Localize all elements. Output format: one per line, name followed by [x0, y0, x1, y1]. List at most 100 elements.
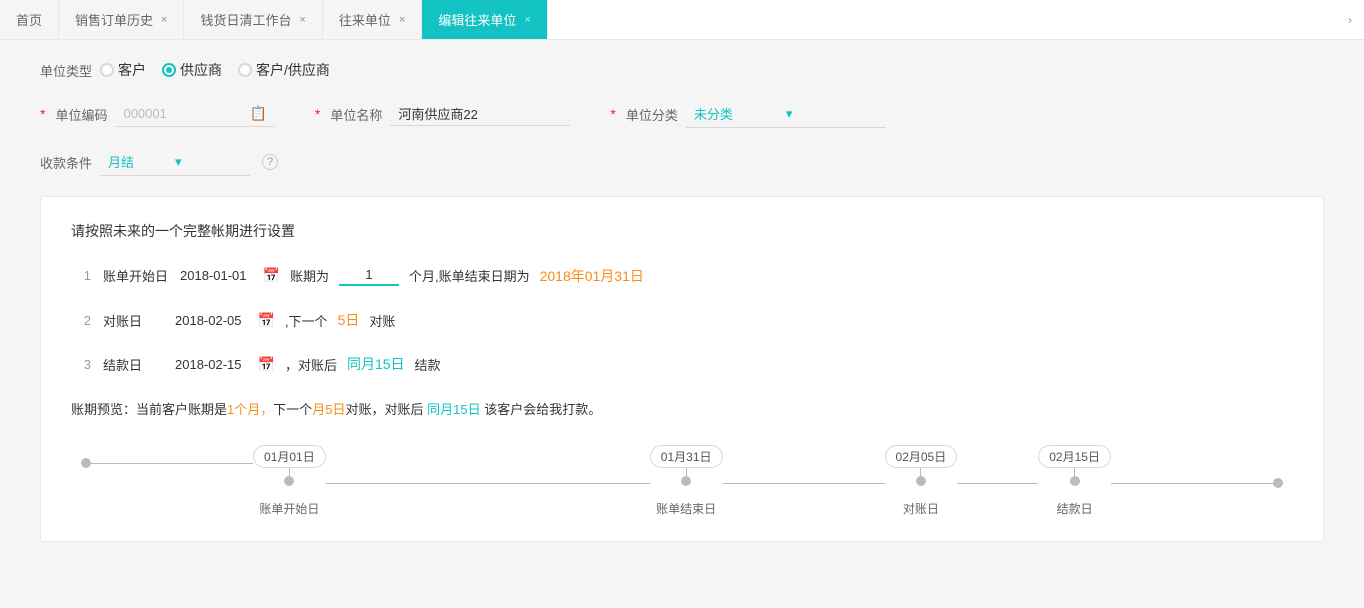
card-title: 请按照未来的一个完整帐期进行设置 [71, 221, 1293, 241]
tab-cash-close[interactable]: × [299, 14, 305, 26]
radio-customer[interactable]: 客户 [100, 60, 146, 80]
step-3-prefix: ，对账后 [285, 355, 337, 374]
step-2-date: 2018-02-05 [175, 313, 242, 328]
tab-edit-partner[interactable]: 编辑往来单位 × [422, 0, 547, 39]
step-1-period-input[interactable] [339, 265, 399, 286]
timeline-tag-4: 02月15日 [1038, 445, 1111, 468]
timeline-node-1: 01月01日 账单开始日 [253, 445, 326, 517]
payment-terms-row: 收款条件 月结 ▾ ? [40, 148, 1324, 176]
preview-label: 账期预览：当前客户账期是 [71, 402, 227, 417]
step-3-suffix: 结款 [415, 355, 441, 374]
step-2-num: 2 [71, 313, 91, 328]
step-3-highlight: 同月15日 [347, 354, 405, 374]
unit-code-input[interactable] [123, 106, 243, 121]
timeline-node-2: 01月31日 账单结束日 [650, 445, 723, 517]
timeline-node-3: 02月05日 对账日 [885, 445, 958, 517]
payment-terms-value: 月结 [108, 152, 175, 171]
payment-terms-question-icon[interactable]: ? [262, 154, 278, 170]
tab-edit-label: 编辑往来单位 [438, 10, 516, 29]
step-1-end-date: 2018年01月31日 [540, 266, 644, 286]
tabs-bar: 首页 销售订单历史 × 钱货日清工作台 × 往来单位 × 编辑往来单位 × › [0, 0, 1364, 40]
step-3-content: 2018-02-15 📅 ，对账后 同月15日 结款 [175, 354, 1293, 374]
preview-period: 1个月， [227, 402, 273, 417]
unit-category-label: 单位分类 [626, 105, 678, 124]
radio-customer-label: 客户 [118, 60, 146, 80]
unit-code-input-wrap: 📋 [115, 101, 274, 127]
unit-name-label: 单位名称 [330, 105, 382, 124]
seg-4 [1111, 483, 1273, 484]
radio-supplier[interactable]: 供应商 [162, 60, 222, 80]
tab-edit-close[interactable]: × [524, 14, 530, 26]
preview-day5: 月5日 [312, 402, 345, 417]
step-2-prefix: ,下一个 [285, 311, 328, 330]
tab-partner-close[interactable]: × [399, 14, 405, 26]
tab-partner-label: 往来单位 [339, 10, 391, 29]
timeline-label-4: 结款日 [1057, 500, 1093, 517]
timeline-label-1: 账单开始日 [259, 500, 319, 517]
step-3-row: 3 结款日 2018-02-15 📅 ，对账后 同月15日 结款 [71, 354, 1293, 374]
step-2-content: 2018-02-05 📅 ,下一个 5日 对账 [175, 310, 1293, 330]
unit-type-group: 单位类型 客户 供应商 客户/供应商 [40, 60, 330, 80]
payment-terms-arrow-icon: ▾ [175, 154, 242, 170]
dropdown-arrow-icon: ▾ [786, 106, 878, 122]
payment-terms-label: 收款条件 [40, 153, 92, 172]
tab-sales-close[interactable]: × [161, 14, 167, 26]
step-2-label: 对账日 [103, 311, 163, 330]
unit-name-input[interactable] [390, 102, 570, 126]
page-content: 单位类型 客户 供应商 客户/供应商 * 单位编码 [0, 40, 1364, 608]
radio-supplier-circle [162, 63, 176, 77]
tab-cash-label: 钱货日清工作台 [200, 10, 291, 29]
step-1-label: 账单开始日 [103, 266, 168, 285]
step-1-period-unit: 个月,账单结束日期为 [409, 266, 530, 285]
preview-middle: 下一个 [273, 402, 312, 417]
preview-end: 该客户会给我打款。 [484, 402, 601, 417]
unit-category-required: * [610, 106, 615, 122]
timeline-container: 01月01日 账单开始日 01月31日 账单结束日 [71, 445, 1293, 517]
timeline-label-2: 账单结束日 [656, 500, 716, 517]
unit-name-required: * [315, 106, 320, 122]
step-3-num: 3 [71, 357, 91, 372]
unit-category-dropdown[interactable]: 未分类 ▾ [686, 100, 886, 128]
radio-group: 客户 供应商 客户/供应商 [100, 60, 330, 80]
payment-terms-dropdown[interactable]: 月结 ▾ [100, 148, 250, 176]
radio-both-circle [238, 63, 252, 77]
unit-code-label: 单位编码 [55, 105, 107, 124]
step-3-calendar-icon[interactable]: 📅 [258, 356, 275, 373]
preview-connect: 对账，对账后 [346, 402, 424, 417]
radio-both[interactable]: 客户/供应商 [238, 60, 330, 80]
radio-both-label: 客户/供应商 [256, 60, 330, 80]
payment-terms-group: 收款条件 月结 ▾ ? [40, 148, 278, 176]
timeline-label-3: 对账日 [903, 500, 939, 517]
timeline-tag-2: 01月31日 [650, 445, 723, 468]
tab-cash-work[interactable]: 钱货日清工作台 × [184, 0, 322, 39]
step-1-calendar-icon[interactable]: 📅 [263, 267, 280, 284]
unit-category-group: * 单位分类 未分类 ▾ [610, 100, 885, 128]
seg-0 [91, 463, 253, 464]
tab-arrow[interactable]: › [1336, 13, 1364, 27]
preview-same: 同月15日 [427, 402, 480, 417]
radio-supplier-label: 供应商 [180, 60, 222, 80]
preview-section: 账期预览：当前客户账期是1个月，下一个月5日对账，对账后 同月15日 该客户会给… [71, 398, 1293, 517]
timeline-tag-1: 01月01日 [253, 445, 326, 468]
unit-code-required: * [40, 106, 45, 122]
seg-1 [326, 483, 650, 484]
settings-card: 请按照未来的一个完整帐期进行设置 1 账单开始日 2018-01-01 📅 账期… [40, 196, 1324, 542]
unit-type-label: 单位类型 [40, 61, 92, 80]
preview-text: 账期预览：当前客户账期是1个月，下一个月5日对账，对账后 同月15日 该客户会给… [71, 398, 1293, 421]
tab-sales-order-history[interactable]: 销售订单历史 × [59, 0, 184, 39]
tab-home[interactable]: 首页 [0, 0, 59, 39]
step-2-suffix: 对账 [369, 311, 395, 330]
tab-partner-unit[interactable]: 往来单位 × [323, 0, 422, 39]
seg-2 [723, 483, 885, 484]
unit-code-calendar-icon[interactable]: 📋 [249, 105, 266, 122]
step-1-suffix: 账期为 [290, 266, 329, 285]
step-1-num: 1 [71, 268, 91, 283]
timeline-node-4: 02月15日 结款日 [1038, 445, 1111, 517]
step-3-label: 结款日 [103, 355, 163, 374]
unit-name-group: * 单位名称 [315, 102, 570, 126]
step-2-calendar-icon[interactable]: 📅 [258, 312, 275, 329]
tab-sales-label: 销售订单历史 [75, 10, 153, 29]
step-2-highlight: 5日 [338, 310, 360, 330]
timeline-nodes-row: 01月01日 账单开始日 01月31日 账单结束日 [81, 445, 1283, 517]
step-1-content: 2018-01-01 📅 账期为 个月,账单结束日期为 2018年01月31日 [180, 265, 1293, 286]
